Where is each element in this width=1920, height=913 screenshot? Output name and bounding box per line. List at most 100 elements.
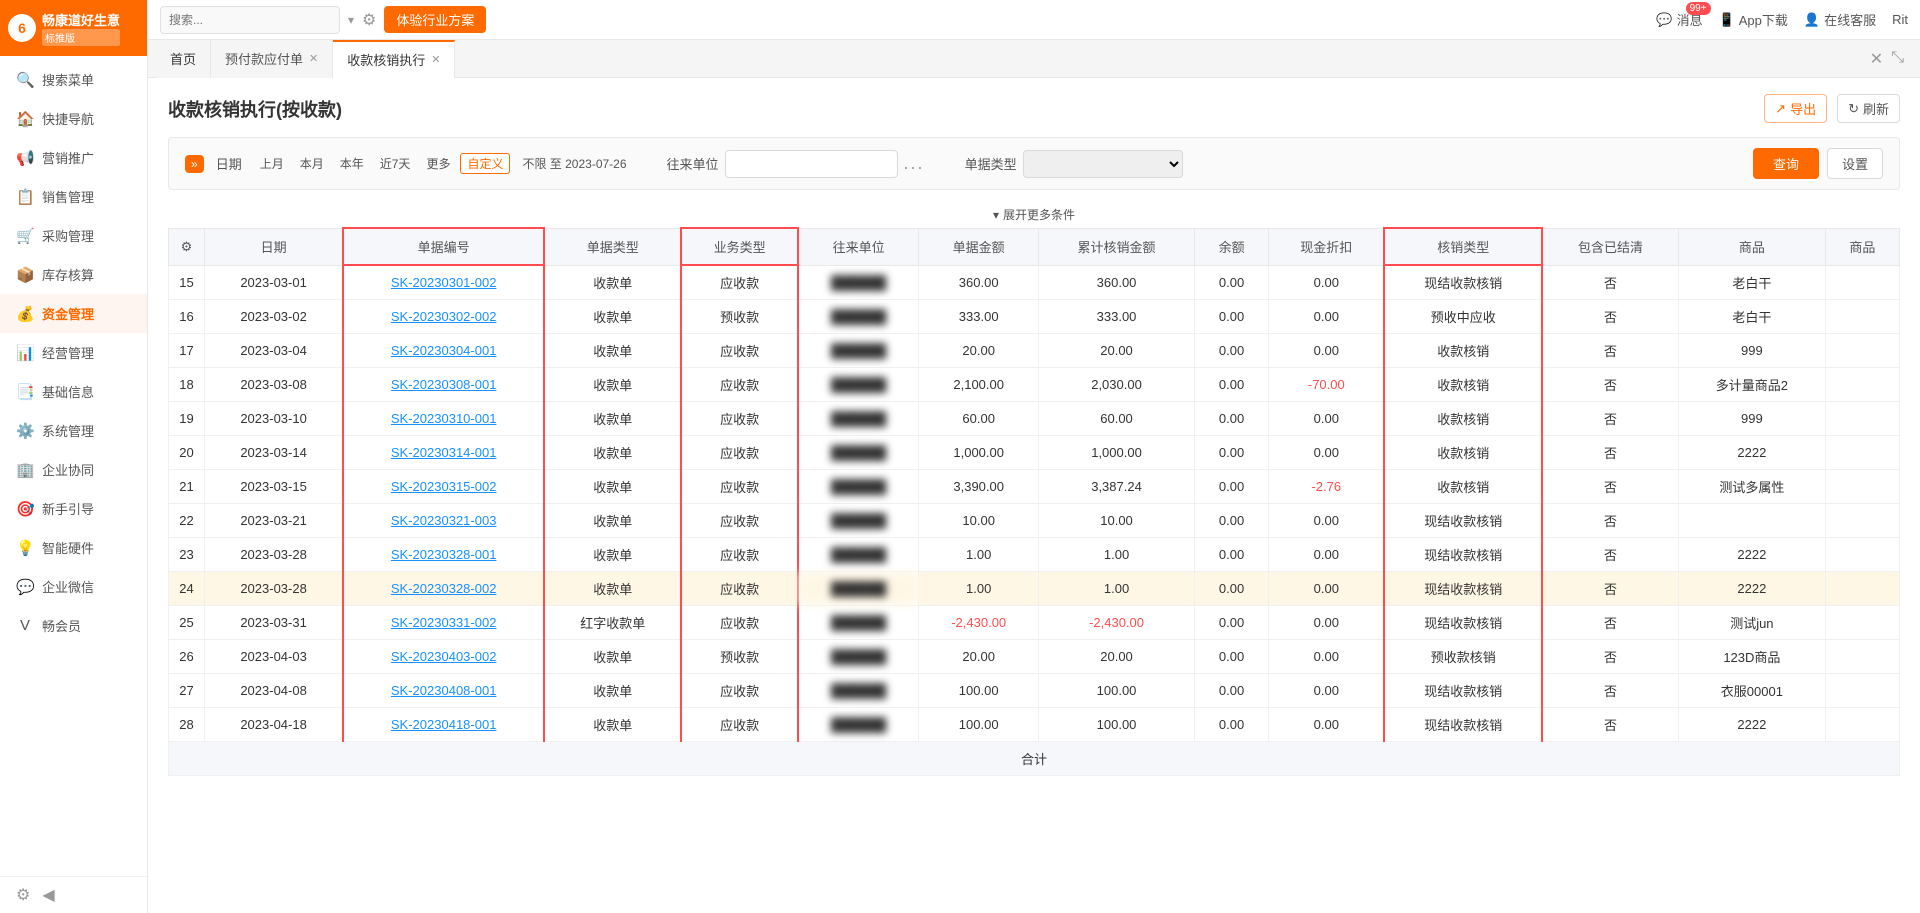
th-cancel-type: 核销类型 xyxy=(1384,228,1542,265)
row-cum-amount: 1.00 xyxy=(1039,572,1195,606)
purchase-icon: 🛒 xyxy=(16,227,34,245)
settings-bottom-icon[interactable]: ⚙ xyxy=(16,885,30,905)
sidebar-item-basic-info[interactable]: 📑 基础信息 xyxy=(0,372,147,411)
row-cancel-type: 收款核销 xyxy=(1384,368,1542,402)
th-cash-discount: 现金折扣 xyxy=(1269,228,1385,265)
sidebar-item-operations[interactable]: 📊 经营管理 xyxy=(0,333,147,372)
sidebar-item-guide[interactable]: 🎯 新手引导 xyxy=(0,489,147,528)
filter-partner-dots[interactable]: ... xyxy=(904,153,925,174)
topbar-dropdown-icon[interactable]: ▾ xyxy=(348,13,354,27)
sidebar-item-finance[interactable]: 💰 资金管理 xyxy=(0,294,147,333)
row-partner: ██████ xyxy=(798,572,919,606)
message-action[interactable]: 💬 消息 99+ xyxy=(1656,10,1702,29)
finance-icon: 💰 xyxy=(16,305,34,323)
table-row: 232023-03-28SK-20230328-001收款单应收款██████1… xyxy=(169,538,1900,572)
app-download-action[interactable]: 📱 App下载 xyxy=(1719,10,1788,29)
data-table-container: ⚙ 日期 单据编号 单据类型 业务类型 往来单位 单据金额 累计核销金额 余额 … xyxy=(168,227,1900,776)
row-bill-no[interactable]: SK-20230301-002 xyxy=(343,265,544,300)
row-bill-no[interactable]: SK-20230308-001 xyxy=(343,368,544,402)
row-cancel-type: 预收中应收 xyxy=(1384,300,1542,334)
filter-last-7days[interactable]: 近7天 xyxy=(374,153,417,174)
row-include-settled: 否 xyxy=(1542,300,1678,334)
filter-expand-bar[interactable]: ▾ 展开更多条件 xyxy=(168,202,1900,227)
row-biz-type: 应收款 xyxy=(681,470,798,504)
sidebar-item-member[interactable]: V 畅会员 xyxy=(0,606,147,645)
th-cum-amount: 累计核销金额 xyxy=(1039,228,1195,265)
query-button[interactable]: 查询 xyxy=(1753,148,1819,179)
row-bill-no[interactable]: SK-20230331-002 xyxy=(343,606,544,640)
sidebar-logo: 6 畅康道好生意 标推版 xyxy=(0,0,147,56)
sidebar-item-wechat[interactable]: 💬 企业微信 xyxy=(0,567,147,606)
collapse-sidebar-icon[interactable]: ◀ xyxy=(42,885,54,905)
row-bill-type: 收款单 xyxy=(544,674,681,708)
filter-custom-btn[interactable]: 自定义 xyxy=(460,153,510,174)
marketing-icon: 📢 xyxy=(16,149,34,167)
sidebar-label-wechat: 企业微信 xyxy=(42,577,94,596)
sidebar-item-quick-nav[interactable]: 🏠 快捷导航 xyxy=(0,99,147,138)
sidebar-item-search[interactable]: 🔍 搜索菜单 xyxy=(0,60,147,99)
sidebar-item-purchase[interactable]: 🛒 采购管理 xyxy=(0,216,147,255)
row-cancel-type: 现结收款核销 xyxy=(1384,538,1542,572)
row-include-settled: 否 xyxy=(1542,606,1678,640)
filter-settings-button[interactable]: 设置 xyxy=(1827,148,1883,179)
row-product2 xyxy=(1825,436,1899,470)
sidebar-item-enterprise[interactable]: 🏢 企业协同 xyxy=(0,450,147,489)
row-cum-amount: 3,387.24 xyxy=(1039,470,1195,504)
row-partner: ██████ xyxy=(798,368,919,402)
tab-prepay-close[interactable]: ✕ xyxy=(309,52,318,65)
row-bill-no[interactable]: SK-20230408-001 xyxy=(343,674,544,708)
filter-bill-type-select[interactable] xyxy=(1023,150,1183,178)
tab-home[interactable]: 首页 xyxy=(156,40,211,78)
home-icon: 🏠 xyxy=(16,110,34,128)
filter-more-dates[interactable]: 更多 xyxy=(420,153,456,174)
sidebar-item-hardware[interactable]: 💡 智能硬件 xyxy=(0,528,147,567)
sidebar-item-sales[interactable]: 📋 销售管理 xyxy=(0,177,147,216)
th-partner: 往来单位 xyxy=(798,228,919,265)
sidebar-item-marketing[interactable]: 📢 营销推广 xyxy=(0,138,147,177)
solution-button[interactable]: 体验行业方案 xyxy=(384,6,486,33)
wechat-icon: 💬 xyxy=(16,578,34,596)
row-bill-no[interactable]: SK-20230304-001 xyxy=(343,334,544,368)
filter-this-month[interactable]: 本月 xyxy=(294,153,330,174)
sidebar-item-system[interactable]: ⚙️ 系统管理 xyxy=(0,411,147,450)
row-date: 2023-03-10 xyxy=(205,402,344,436)
tab-prepay[interactable]: 预付款应付单 ✕ xyxy=(211,40,333,78)
message-icon: 💬 xyxy=(1656,12,1672,28)
user-name[interactable]: Rit xyxy=(1892,12,1908,27)
tab-collection-close[interactable]: ✕ xyxy=(431,53,440,66)
row-bill-no[interactable]: SK-20230418-001 xyxy=(343,708,544,742)
topbar-search-input[interactable] xyxy=(160,6,340,34)
sidebar-label-quick-nav: 快捷导航 xyxy=(42,109,94,128)
filter-date-buttons: 上月 本月 本年 近7天 更多 自定义 xyxy=(254,153,511,174)
row-bill-no[interactable]: SK-20230328-002 xyxy=(343,572,544,606)
export-button[interactable]: ↗ 导出 xyxy=(1764,94,1827,123)
row-bill-no[interactable]: SK-20230314-001 xyxy=(343,436,544,470)
filter-this-year[interactable]: 本年 xyxy=(334,153,370,174)
row-bill-no[interactable]: SK-20230321-003 xyxy=(343,504,544,538)
row-bill-no[interactable]: SK-20230310-001 xyxy=(343,402,544,436)
row-bill-no[interactable]: SK-20230302-002 xyxy=(343,300,544,334)
row-cancel-type: 现结收款核销 xyxy=(1384,606,1542,640)
row-amount: 1,000.00 xyxy=(919,436,1039,470)
refresh-button[interactable]: ↻ 刷新 xyxy=(1837,94,1900,123)
row-bill-no[interactable]: SK-20230328-001 xyxy=(343,538,544,572)
filter-toggle-button[interactable]: » xyxy=(185,155,204,173)
row-balance: 0.00 xyxy=(1195,265,1269,300)
online-service-action[interactable]: 👤 在线客服 xyxy=(1804,10,1876,29)
topbar-gear-icon[interactable]: ⚙ xyxy=(362,10,376,30)
row-amount: 2,100.00 xyxy=(919,368,1039,402)
row-product: 999 xyxy=(1678,402,1825,436)
column-settings-icon[interactable]: ⚙ xyxy=(181,239,193,254)
th-settings[interactable]: ⚙ xyxy=(169,228,205,265)
row-bill-no[interactable]: SK-20230403-002 xyxy=(343,640,544,674)
row-amount: 100.00 xyxy=(919,708,1039,742)
filter-last-month[interactable]: 上月 xyxy=(254,153,290,174)
tab-close-all-icon[interactable]: ✕ xyxy=(1870,49,1883,69)
row-bill-type: 收款单 xyxy=(544,402,681,436)
filter-partner-input[interactable] xyxy=(725,150,898,178)
row-bill-no[interactable]: SK-20230315-002 xyxy=(343,470,544,504)
tab-expand-icon[interactable]: ⤡ xyxy=(1891,49,1904,69)
sidebar-item-inventory[interactable]: 📦 库存核算 xyxy=(0,255,147,294)
row-date: 2023-03-28 xyxy=(205,538,344,572)
tab-collection[interactable]: 收款核销执行 ✕ xyxy=(333,40,455,78)
